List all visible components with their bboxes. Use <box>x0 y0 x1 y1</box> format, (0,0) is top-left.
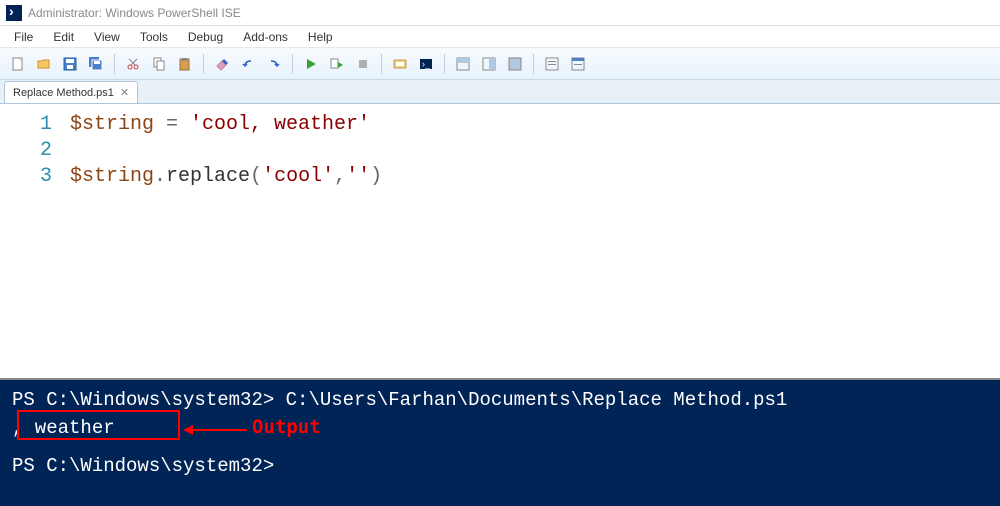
token-variable: $string <box>70 113 154 136</box>
line-number: 3 <box>0 164 52 190</box>
menu-tools[interactable]: Tools <box>130 28 178 46</box>
menu-edit[interactable]: Edit <box>43 28 84 46</box>
show-script-max-icon[interactable] <box>503 52 527 76</box>
code-editor[interactable]: 1 2 3 $string = 'cool, weather' $string.… <box>0 104 1000 378</box>
console-pane[interactable]: PS C:\Windows\system32> C:\Users\Farhan\… <box>0 378 1000 506</box>
line-gutter: 1 2 3 <box>0 112 70 378</box>
separator <box>381 54 382 74</box>
separator <box>203 54 204 74</box>
tab-label: Replace Method.ps1 <box>13 87 114 99</box>
code-content[interactable]: $string = 'cool, weather' $string.replac… <box>70 112 1000 378</box>
menu-debug[interactable]: Debug <box>178 28 233 46</box>
tabbar: Replace Method.ps1 ✕ <box>0 80 1000 104</box>
undo-icon[interactable] <box>236 52 260 76</box>
menu-help[interactable]: Help <box>298 28 343 46</box>
svg-text:›_: ›_ <box>422 59 431 69</box>
toolbar: ›_ <box>0 48 1000 80</box>
token-punc: . <box>154 165 166 188</box>
token-string: '' <box>346 165 370 188</box>
window-title: Administrator: Windows PowerShell ISE <box>28 6 241 20</box>
token-punc: , <box>334 165 346 188</box>
console-output: , weather <box>12 414 988 442</box>
menubar: File Edit View Tools Debug Add-ons Help <box>0 26 1000 48</box>
save-icon[interactable] <box>58 52 82 76</box>
menu-addons[interactable]: Add-ons <box>233 28 298 46</box>
menu-file[interactable]: File <box>4 28 43 46</box>
separator <box>114 54 115 74</box>
token-method: replace <box>166 165 250 188</box>
token-operator: = <box>154 113 190 136</box>
show-script-right-icon[interactable] <box>477 52 501 76</box>
show-script-icon[interactable] <box>451 52 475 76</box>
line-number: 2 <box>0 138 52 164</box>
app-icon <box>6 5 22 21</box>
token-string: 'cool, weather' <box>190 113 370 136</box>
close-icon[interactable]: ✕ <box>120 86 129 99</box>
new-file-icon[interactable] <box>6 52 30 76</box>
show-command-icon[interactable] <box>540 52 564 76</box>
clear-icon[interactable] <box>210 52 234 76</box>
copy-icon[interactable] <box>147 52 171 76</box>
console-line: PS C:\Windows\system32> C:\Users\Farhan\… <box>12 386 988 414</box>
titlebar: Administrator: Windows PowerShell ISE <box>0 0 1000 26</box>
powershell-tab-icon[interactable]: ›_ <box>414 52 438 76</box>
cut-icon[interactable] <box>121 52 145 76</box>
run-selection-icon[interactable] <box>325 52 349 76</box>
save-all-icon[interactable] <box>84 52 108 76</box>
run-icon[interactable] <box>299 52 323 76</box>
line-number: 1 <box>0 112 52 138</box>
menu-view[interactable]: View <box>84 28 130 46</box>
file-tab[interactable]: Replace Method.ps1 ✕ <box>4 81 138 103</box>
separator <box>444 54 445 74</box>
paste-icon[interactable] <box>173 52 197 76</box>
token-string: 'cool' <box>262 165 334 188</box>
separator <box>292 54 293 74</box>
console-prompt: PS C:\Windows\system32> <box>12 452 988 480</box>
open-file-icon[interactable] <box>32 52 56 76</box>
remote-icon[interactable] <box>388 52 412 76</box>
show-command-addon-icon[interactable] <box>566 52 590 76</box>
redo-icon[interactable] <box>262 52 286 76</box>
token-punc: ) <box>370 165 382 188</box>
token-punc: ( <box>250 165 262 188</box>
token-variable: $string <box>70 165 154 188</box>
stop-icon[interactable] <box>351 52 375 76</box>
separator <box>533 54 534 74</box>
